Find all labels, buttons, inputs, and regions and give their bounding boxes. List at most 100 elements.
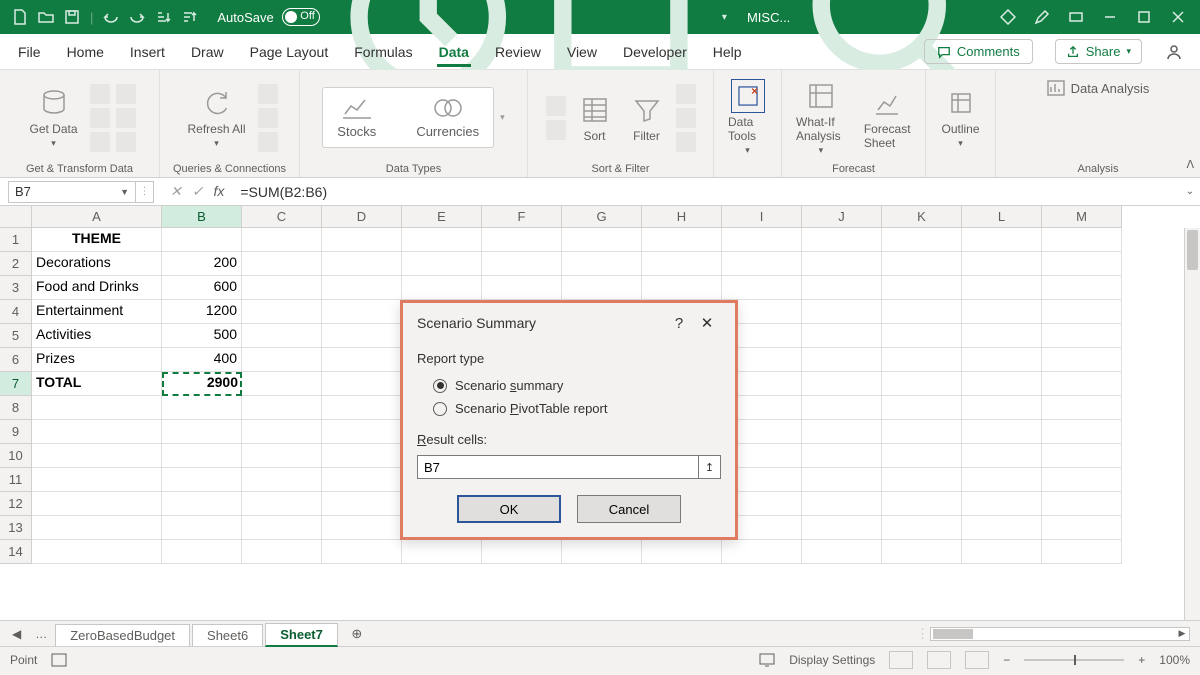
- stocks-type[interactable]: Stocks: [337, 96, 376, 139]
- row-header[interactable]: 2: [0, 252, 32, 276]
- sort-asc-icon[interactable]: [155, 9, 171, 25]
- cell[interactable]: 400: [162, 348, 242, 372]
- cell[interactable]: [322, 492, 402, 516]
- cell[interactable]: 500: [162, 324, 242, 348]
- cell[interactable]: [962, 468, 1042, 492]
- sheet-nav-prev-icon[interactable]: ◀: [6, 627, 27, 641]
- cell[interactable]: [1042, 252, 1122, 276]
- cell[interactable]: [1042, 420, 1122, 444]
- tab-file[interactable]: File: [16, 38, 43, 66]
- sheet-tab[interactable]: Sheet6: [192, 624, 263, 646]
- cell[interactable]: [962, 516, 1042, 540]
- cell[interactable]: [242, 420, 322, 444]
- cell[interactable]: [882, 276, 962, 300]
- cell[interactable]: [32, 492, 162, 516]
- tab-review[interactable]: Review: [493, 38, 543, 66]
- cell[interactable]: [32, 420, 162, 444]
- refresh-all-button[interactable]: Refresh All▾: [181, 84, 251, 151]
- zoom-slider[interactable]: [1024, 659, 1124, 661]
- redo-icon[interactable]: [129, 9, 145, 25]
- enter-formula-icon[interactable]: ✓: [192, 183, 204, 200]
- cell[interactable]: [242, 300, 322, 324]
- cell[interactable]: [1042, 492, 1122, 516]
- row-header[interactable]: 3: [0, 276, 32, 300]
- cell[interactable]: [1042, 228, 1122, 252]
- cell[interactable]: [802, 348, 882, 372]
- radio-scenario-pivottable[interactable]: Scenario PivotTable report: [417, 397, 721, 420]
- cell[interactable]: [242, 252, 322, 276]
- cell[interactable]: [1042, 324, 1122, 348]
- range-picker-button[interactable]: ↥: [699, 455, 721, 479]
- row-header[interactable]: 4: [0, 300, 32, 324]
- cell[interactable]: [402, 540, 482, 564]
- collapse-ribbon-icon[interactable]: ᐱ: [1186, 158, 1194, 171]
- row-header[interactable]: 6: [0, 348, 32, 372]
- cell[interactable]: [802, 420, 882, 444]
- edit-links-icon[interactable]: [258, 132, 278, 152]
- cell[interactable]: [242, 540, 322, 564]
- cell[interactable]: [882, 300, 962, 324]
- cell[interactable]: [242, 324, 322, 348]
- whatif-button[interactable]: What-If Analysis▾: [790, 77, 852, 158]
- cell[interactable]: [162, 540, 242, 564]
- pen-icon[interactable]: [1034, 9, 1050, 25]
- cell[interactable]: [802, 492, 882, 516]
- from-text-icon[interactable]: [90, 84, 110, 104]
- cell[interactable]: [882, 396, 962, 420]
- sort-button[interactable]: Sort: [572, 91, 618, 145]
- result-cells-input[interactable]: [417, 455, 699, 479]
- cell[interactable]: [882, 228, 962, 252]
- cell[interactable]: [162, 492, 242, 516]
- cell[interactable]: [962, 324, 1042, 348]
- cell[interactable]: [722, 252, 802, 276]
- cell[interactable]: [562, 540, 642, 564]
- cell[interactable]: [242, 396, 322, 420]
- cell[interactable]: [162, 420, 242, 444]
- cell[interactable]: [322, 252, 402, 276]
- cell[interactable]: [322, 396, 402, 420]
- cell[interactable]: 2900: [162, 372, 242, 396]
- cell[interactable]: [162, 228, 242, 252]
- cell[interactable]: [402, 228, 482, 252]
- cancel-button[interactable]: Cancel: [577, 495, 681, 523]
- open-folder-icon[interactable]: [38, 9, 54, 25]
- column-header[interactable]: E: [402, 206, 482, 228]
- sheet-nav-more-icon[interactable]: …: [29, 627, 53, 641]
- comments-button[interactable]: Comments: [924, 39, 1033, 64]
- data-analysis-button[interactable]: Data Analysis: [1047, 80, 1150, 96]
- cell[interactable]: TOTAL: [32, 372, 162, 396]
- row-header[interactable]: 13: [0, 516, 32, 540]
- toggle-switch[interactable]: Off: [282, 8, 320, 26]
- cell[interactable]: [1042, 348, 1122, 372]
- cell[interactable]: [482, 276, 562, 300]
- cell[interactable]: [1042, 468, 1122, 492]
- qat-dropdown-icon[interactable]: ▾: [722, 12, 727, 23]
- cell[interactable]: [642, 252, 722, 276]
- row-header[interactable]: 14: [0, 540, 32, 564]
- sort-az-icon[interactable]: [546, 96, 566, 116]
- outline-button[interactable]: Outline▾: [935, 84, 985, 151]
- radio-scenario-summary[interactable]: Scenario summary: [417, 374, 721, 397]
- cell[interactable]: [802, 252, 882, 276]
- cell[interactable]: [722, 276, 802, 300]
- cell[interactable]: [962, 396, 1042, 420]
- cell[interactable]: [32, 396, 162, 420]
- cell[interactable]: [962, 252, 1042, 276]
- zoom-out-button[interactable]: −: [1003, 653, 1010, 667]
- cell[interactable]: [32, 540, 162, 564]
- cell[interactable]: [882, 252, 962, 276]
- row-header[interactable]: 12: [0, 492, 32, 516]
- cell[interactable]: THEME: [32, 228, 162, 252]
- cell[interactable]: [322, 228, 402, 252]
- minimize-icon[interactable]: [1102, 9, 1118, 25]
- cell[interactable]: [642, 276, 722, 300]
- existing-conn-icon[interactable]: [116, 108, 136, 128]
- tab-insert[interactable]: Insert: [128, 38, 167, 66]
- currencies-type[interactable]: Currencies: [416, 96, 479, 139]
- sheet-tab-active[interactable]: Sheet7: [265, 623, 338, 647]
- column-header[interactable]: C: [242, 206, 322, 228]
- cell[interactable]: [402, 276, 482, 300]
- cell[interactable]: [322, 276, 402, 300]
- cell[interactable]: [882, 420, 962, 444]
- cell[interactable]: 200: [162, 252, 242, 276]
